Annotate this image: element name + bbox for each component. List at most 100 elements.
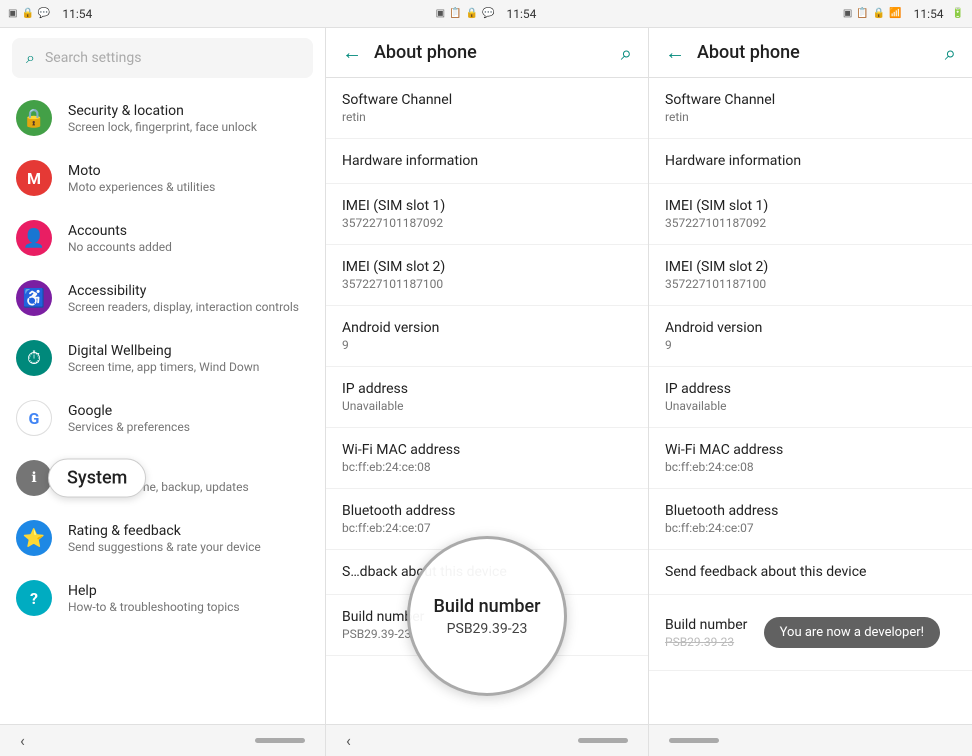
status-icon-right-3: 🔒	[873, 8, 885, 19]
right-imei1[interactable]: IMEI (SIM slot 1) 357227101187092	[649, 184, 972, 245]
rating-subtitle: Send suggestions & rate your device	[68, 540, 309, 554]
right-search-icon[interactable]: ⌕	[945, 41, 956, 65]
sidebar-item-wellbeing[interactable]: ⏱ Digital Wellbeing Screen time, app tim…	[0, 328, 325, 388]
wellbeing-text: Digital Wellbeing Screen time, app timer…	[68, 343, 309, 374]
right-android-version-title: Android version	[665, 320, 956, 336]
mid-android-version[interactable]: Android version 9	[326, 306, 648, 367]
sidebar-item-help[interactable]: ? Help How-to & troubleshooting topics	[0, 568, 325, 628]
accounts-subtitle: No accounts added	[68, 240, 309, 254]
wellbeing-title: Digital Wellbeing	[68, 343, 309, 359]
search-bar[interactable]: ⌕ Search settings	[12, 38, 313, 78]
status-icon-mid-3: 🔒	[466, 8, 478, 19]
rating-title: Rating & feedback	[68, 523, 309, 539]
accessibility-title: Accessibility	[68, 283, 309, 299]
right-android-version[interactable]: Android version 9	[649, 306, 972, 367]
mid-software-channel[interactable]: Software Channel retin	[326, 78, 648, 139]
back-nav-mid[interactable]: ‹	[346, 731, 351, 750]
mid-imei2[interactable]: IMEI (SIM slot 2) 357227101187100	[326, 245, 648, 306]
right-bluetooth-subtitle: bc:ff:eb:24:ce:07	[665, 521, 956, 535]
status-icon-mid-1: ▣	[436, 8, 445, 19]
mid-about-title: About phone	[374, 42, 609, 63]
security-title: Security & location	[68, 103, 309, 119]
right-software-channel-subtitle: retin	[665, 110, 956, 124]
mid-bottom-nav: ‹	[326, 724, 648, 756]
sidebar-item-security[interactable]: 🔒 Security & location Screen lock, finge…	[0, 88, 325, 148]
rating-icon: ⭐	[16, 520, 52, 556]
sidebar-item-moto[interactable]: M Moto Moto experiences & utilities	[0, 148, 325, 208]
status-bar: ▣ 🔒 💬 11:54 ▣ 📋 🔒 💬 11:54 ▣ 📋 🔒 📶 11:54 …	[0, 0, 972, 28]
mid-back-button[interactable]: ←	[342, 40, 362, 65]
right-about-content: Software Channel retin Hardware informat…	[649, 78, 972, 724]
right-build[interactable]: Build number PSB29.39-23 You are now a d…	[649, 595, 972, 671]
mid-ip-address[interactable]: IP address Unavailable	[326, 367, 648, 428]
mid-ip-address-title: IP address	[342, 381, 632, 397]
mid-about-header: ← About phone ⌕	[326, 28, 648, 78]
right-hardware-info: Hardware information	[649, 139, 972, 184]
nav-pill-left	[255, 738, 305, 743]
nav-pill-right	[669, 738, 719, 743]
status-icon-right-2: 📋	[856, 8, 868, 19]
mid-android-version-title: Android version	[342, 320, 632, 336]
mid-imei1[interactable]: IMEI (SIM slot 1) 357227101187092	[326, 184, 648, 245]
mid-hardware-info: Hardware information	[326, 139, 648, 184]
build-circle-value: PSB29.39-23	[447, 621, 528, 637]
accessibility-subtitle: Screen readers, display, interaction con…	[68, 300, 309, 314]
mid-software-channel-title: Software Channel	[342, 92, 632, 108]
mid-bluetooth-title: Bluetooth address	[342, 503, 632, 519]
search-bar-placeholder: Search settings	[45, 50, 142, 66]
right-back-button[interactable]: ←	[665, 40, 685, 65]
wellbeing-icon: ⏱	[16, 340, 52, 376]
left-panel: ⌕ Search settings 🔒 Security & location …	[0, 28, 326, 756]
status-icon-left-2: 🔒	[21, 8, 33, 19]
right-ip-address[interactable]: IP address Unavailable	[649, 367, 972, 428]
right-build-text: Build number PSB29.39-23	[665, 617, 747, 649]
developer-toast: You are now a developer!	[764, 617, 940, 648]
mid-wifi-mac-title: Wi-Fi MAC address	[342, 442, 632, 458]
build-circle-title: Build number	[434, 596, 541, 617]
sidebar-item-system[interactable]: ℹ System Languages, time, backup, update…	[0, 448, 325, 508]
right-wifi-mac-title: Wi-Fi MAC address	[665, 442, 956, 458]
search-bar-icon: ⌕	[26, 48, 35, 68]
right-imei2[interactable]: IMEI (SIM slot 2) 357227101187100	[649, 245, 972, 306]
battery-icon: 🔋	[952, 8, 964, 19]
right-bottom-nav	[649, 724, 972, 756]
mid-imei2-title: IMEI (SIM slot 2)	[342, 259, 632, 275]
back-nav-left[interactable]: ‹	[20, 731, 25, 750]
mid-search-icon[interactable]: ⌕	[621, 41, 632, 65]
status-mid: ▣ 📋 🔒 💬 11:54	[327, 4, 646, 23]
google-text: Google Services & preferences	[68, 403, 309, 434]
mid-software-channel-subtitle: retin	[342, 110, 632, 124]
mid-imei1-subtitle: 357227101187092	[342, 216, 632, 230]
accessibility-text: Accessibility Screen readers, display, i…	[68, 283, 309, 314]
wellbeing-subtitle: Screen time, app timers, Wind Down	[68, 360, 309, 374]
google-title: Google	[68, 403, 309, 419]
right-about-header: ← About phone ⌕	[649, 28, 972, 78]
right-feedback[interactable]: Send feedback about this device	[649, 550, 972, 595]
right-wifi-mac-subtitle: bc:ff:eb:24:ce:08	[665, 460, 956, 474]
right-panel: ← About phone ⌕ Software Channel retin H…	[649, 28, 972, 756]
mid-ip-address-subtitle: Unavailable	[342, 399, 632, 413]
right-software-channel[interactable]: Software Channel retin	[649, 78, 972, 139]
right-bluetooth[interactable]: Bluetooth address bc:ff:eb:24:ce:07	[649, 489, 972, 550]
help-icon: ?	[16, 580, 52, 616]
right-imei1-subtitle: 357227101187092	[665, 216, 956, 230]
right-build-subtitle: PSB29.39-23	[665, 635, 747, 649]
help-subtitle: How-to & troubleshooting topics	[68, 600, 309, 614]
sidebar-item-google[interactable]: G Google Services & preferences	[0, 388, 325, 448]
mid-wifi-mac[interactable]: Wi-Fi MAC address bc:ff:eb:24:ce:08	[326, 428, 648, 489]
status-time-right: 11:54	[914, 7, 944, 21]
sidebar-item-rating[interactable]: ⭐ Rating & feedback Send suggestions & r…	[0, 508, 325, 568]
mid-wifi-mac-subtitle: bc:ff:eb:24:ce:08	[342, 460, 632, 474]
right-software-channel-title: Software Channel	[665, 92, 956, 108]
right-about-title: About phone	[697, 42, 933, 63]
status-right: ▣ 📋 🔒 📶 11:54 🔋	[645, 4, 964, 23]
status-time-mid: 11:54	[506, 7, 536, 21]
moto-icon: M	[16, 160, 52, 196]
sidebar-item-accounts[interactable]: 👤 Accounts No accounts added	[0, 208, 325, 268]
right-wifi-mac[interactable]: Wi-Fi MAC address bc:ff:eb:24:ce:08	[649, 428, 972, 489]
sidebar-item-accessibility[interactable]: ♿ Accessibility Screen readers, display,…	[0, 268, 325, 328]
accessibility-icon: ♿	[16, 280, 52, 316]
left-bottom-nav: ‹	[0, 724, 325, 756]
mid-android-version-subtitle: 9	[342, 338, 632, 352]
mid-panel: ← About phone ⌕ Software Channel retin H…	[326, 28, 649, 756]
